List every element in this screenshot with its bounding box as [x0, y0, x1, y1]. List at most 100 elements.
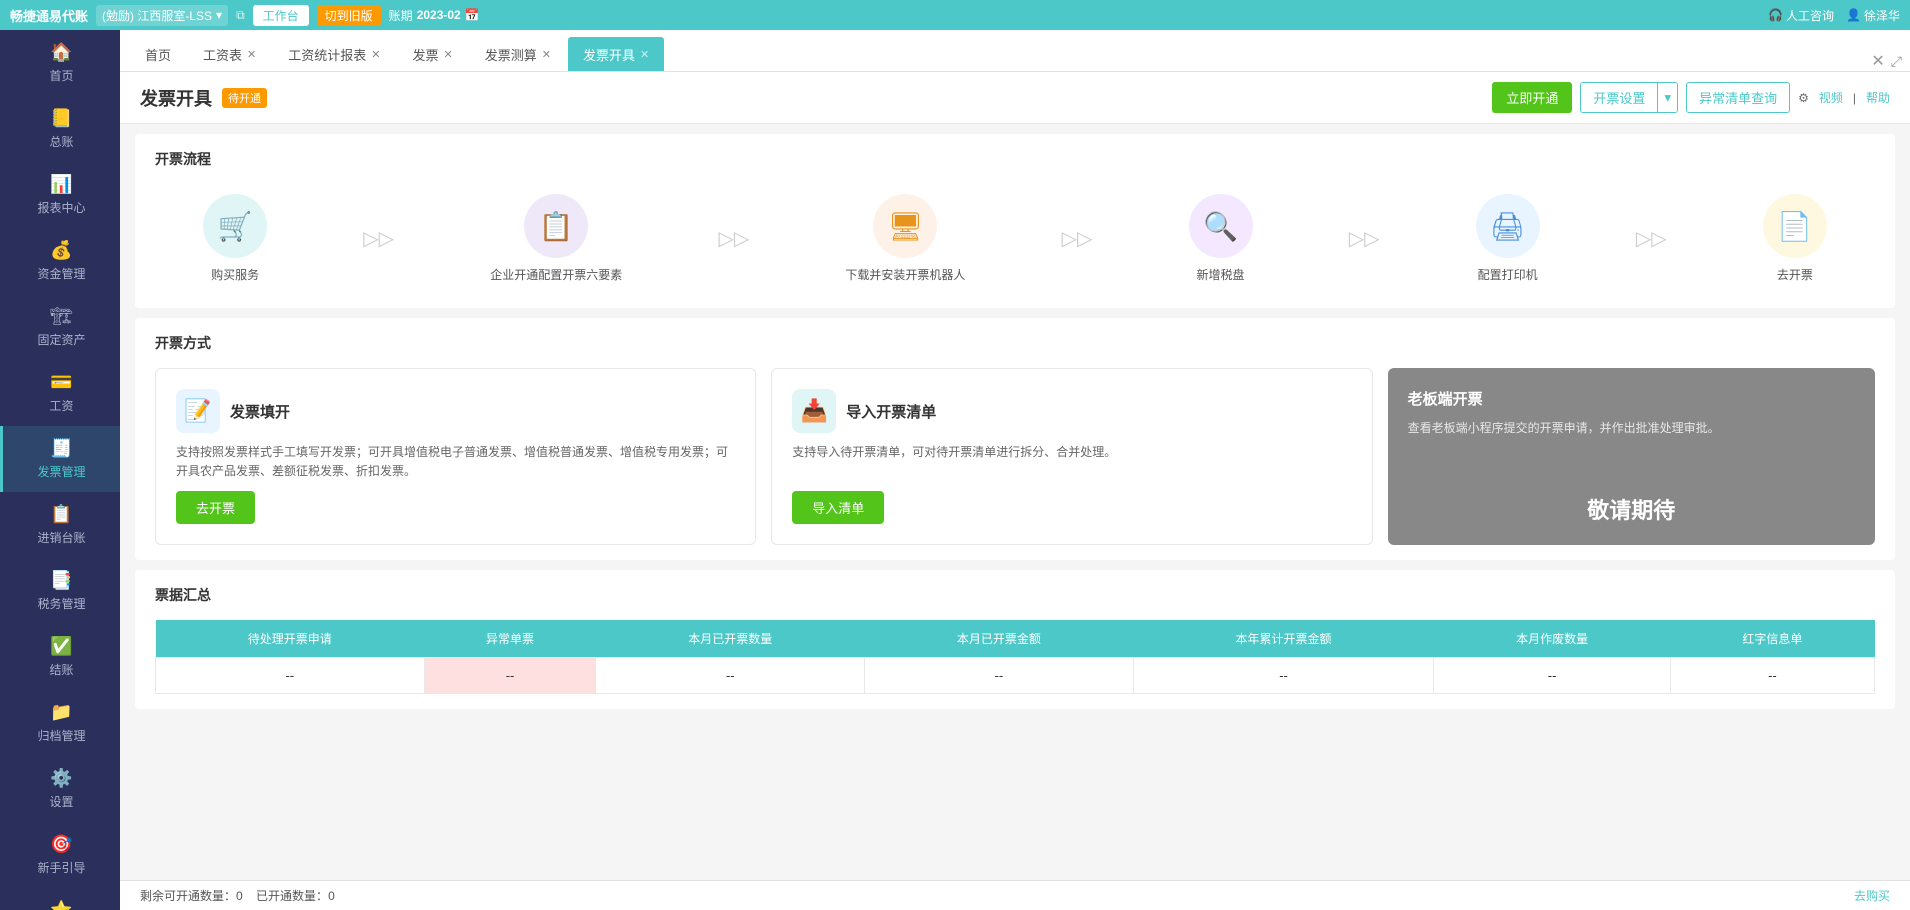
flow-arrow-3: ▷▷ — [1062, 226, 1093, 251]
settlement-icon: ✅ — [50, 636, 72, 657]
tab-salary-stats-close[interactable]: ✕ — [371, 48, 380, 61]
sidebar-item-invoice[interactable]: 🧾 发票管理 — [0, 426, 120, 492]
user-avatar[interactable]: 👤 徐泽华 — [1846, 7, 1900, 24]
summary-header-row: 待处理开票申请 异常单票 本月已开票数量 本月已开票金额 本年累计开票金额 本月… — [156, 620, 1875, 658]
used-value: 0 — [328, 889, 335, 903]
customer-service-link[interactable]: 🎧 人工咨询 — [1768, 7, 1834, 24]
method-card-manual: 📝 发票填开 支持按照发票样式手工填写开发票；可开具增值税电子普通发票、增值税普… — [155, 368, 756, 545]
add-tax-icon: 🔍 — [1189, 194, 1253, 258]
tab-bar: 首页 工资表 ✕ 工资统计报表 ✕ 发票 ✕ 发票测算 ✕ 发票开具 ✕ — [120, 30, 1910, 72]
period-info: 账期 2023-02 📅 — [389, 7, 480, 24]
go-issue-button[interactable]: 去开票 — [176, 491, 255, 524]
add-tax-label: 新增税盘 — [1197, 266, 1245, 283]
sidebar-item-tax[interactable]: 📑 税务管理 — [0, 558, 120, 624]
bottom-bar: 剩余可开通数量：0 已开通数量：0 去购买 — [120, 880, 1910, 910]
method-cards: 📝 发票填开 支持按照发票样式手工填写开发票；可开具增值税电子普通发票、增值税普… — [155, 368, 1875, 545]
flow-step-download[interactable]: 🖥 下载并安装开票机器人 — [845, 194, 965, 283]
boss-card-title: 老板端开票 — [1408, 388, 1855, 409]
top-bar: 畅捷通易代账 (勉励) 江西服室-LSS ▾ ⧉ 工作台 切到旧版 账期 202… — [0, 0, 1910, 30]
main-layout: 🏠 首页 📒 总账 📊 报表中心 💰 资金管理 🏗 固定资产 💳 工资 🧾 发票… — [0, 30, 1910, 910]
flow-step-printer[interactable]: 🖨 配置打印机 — [1476, 194, 1540, 283]
sidebar-item-salary[interactable]: 💳 工资 — [0, 360, 120, 426]
chevron-down-icon: ▾ — [216, 8, 222, 22]
tab-invoice-issue[interactable]: 发票开具 ✕ — [568, 37, 664, 71]
switch-old-button[interactable]: 切到旧版 — [317, 5, 381, 26]
archive-icon: 📁 — [50, 702, 72, 723]
tab-salary-table[interactable]: 工资表 ✕ — [188, 37, 271, 71]
manual-fill-title: 发票填开 — [230, 401, 290, 422]
buy-link[interactable]: 去购买 — [1854, 887, 1890, 904]
tab-home[interactable]: 首页 — [130, 37, 186, 71]
tab-invoice-calc-close[interactable]: ✕ — [542, 48, 551, 61]
issue-icon: 📄 — [1763, 194, 1827, 258]
sidebar-item-settings[interactable]: ⚙️ 设置 — [0, 756, 120, 822]
sidebar-item-assets[interactable]: 🏗 固定资产 — [0, 294, 120, 360]
sidebar-item-guide[interactable]: 🎯 新手引导 — [0, 822, 120, 888]
tax-icon: 📑 — [50, 570, 72, 591]
sidebar-label-tax: 税务管理 — [37, 595, 85, 612]
header-void-count: 本月作废数量 — [1434, 620, 1670, 658]
sidebar-item-funds[interactable]: 💰 资金管理 — [0, 228, 120, 294]
download-icon: 🖥 — [873, 194, 937, 258]
flow-arrow-5: ▷▷ — [1636, 226, 1667, 251]
cell-year-amount: -- — [1133, 658, 1434, 694]
workbench-button[interactable]: 工作台 — [253, 5, 309, 26]
tab-invoice-issue-close[interactable]: ✕ — [640, 48, 649, 61]
video-link[interactable]: 视频 — [1819, 89, 1843, 106]
sidebar-label-reports: 报表中心 — [37, 199, 85, 216]
header-month-amount: 本月已开票金额 — [865, 620, 1134, 658]
tab-invoice-list-label: 发票 — [412, 45, 438, 64]
open-settings-button[interactable]: 开票设置 — [1581, 83, 1657, 112]
sidebar-label-funds: 资金管理 — [37, 265, 85, 282]
reports-icon: 📊 — [50, 174, 72, 195]
person-icon: 👤 — [1846, 8, 1861, 22]
sidebar-item-reports[interactable]: 📊 报表中心 — [0, 162, 120, 228]
sidebar-item-member[interactable]: ⭐ 畅会员 — [0, 888, 120, 910]
sidebar-item-archive[interactable]: 📁 归档管理 — [0, 690, 120, 756]
flow-step-add-tax[interactable]: 🔍 新增税盘 — [1189, 194, 1253, 283]
sidebar-item-purchase[interactable]: 📋 进销台账 — [0, 492, 120, 558]
sidebar: 🏠 首页 📒 总账 📊 报表中心 💰 资金管理 🏗 固定资产 💳 工资 🧾 发票… — [0, 30, 120, 910]
help-area: ⚙ 视频 | 帮助 — [1798, 89, 1890, 106]
page-actions: 立即开通 开票设置 ▾ 异常清单查询 ⚙ 视频 | 帮助 — [1492, 82, 1890, 113]
page-title: 发票开具 — [140, 85, 212, 111]
sidebar-item-ledger[interactable]: 📒 总账 — [0, 96, 120, 162]
header-year-amount: 本年累计开票金额 — [1133, 620, 1434, 658]
guide-icon: 🎯 — [50, 834, 72, 855]
header-pending: 待处理开票申请 — [156, 620, 425, 658]
import-list-button[interactable]: 导入清单 — [792, 491, 884, 524]
import-desc: 支持导入待开票清单，可对待开票清单进行拆分、合并处理。 — [792, 443, 1351, 481]
tab-salary-table-label: 工资表 — [203, 45, 242, 64]
app-logo: 畅捷通易代账 — [10, 6, 88, 25]
open-settings-split-button: 开票设置 ▾ — [1580, 82, 1678, 113]
status-badge: 待开通 — [222, 88, 267, 108]
tab-invoice-calc-label: 发票测算 — [485, 45, 537, 64]
abnormal-list-button[interactable]: 异常清单查询 — [1686, 82, 1790, 113]
copy-icon[interactable]: ⧉ — [236, 8, 245, 23]
buy-service-label: 购买服务 — [211, 266, 259, 283]
summary-section: 票据汇总 待处理开票申请 异常单票 本月已开票数量 本月已开票金额 本年累计开票… — [135, 570, 1895, 709]
flow-section: 开票流程 🛒 购买服务 ▷▷ 📋 企业开通配置开票六要素 ▷▷ 🖥 下载并安 — [135, 134, 1895, 308]
tab-bar-close-icon[interactable]: ✕ — [1871, 51, 1884, 71]
help-link[interactable]: 帮助 — [1866, 89, 1890, 106]
method-card-import-header: 📥 导入开票清单 — [792, 389, 1351, 433]
calendar-icon[interactable]: 📅 — [465, 8, 480, 22]
flow-step-issue[interactable]: 📄 去开票 — [1763, 194, 1827, 283]
flow-step-config[interactable]: 📋 企业开通配置开票六要素 — [490, 194, 622, 283]
tab-invoice-calc[interactable]: 发票测算 ✕ — [470, 37, 566, 71]
sidebar-item-settlement[interactable]: ✅ 结账 — [0, 624, 120, 690]
tab-bar-resize-icon[interactable]: ⤢ — [1891, 53, 1902, 70]
tab-salary-stats[interactable]: 工资统计报表 ✕ — [273, 37, 395, 71]
import-icon: 📥 — [792, 389, 836, 433]
sidebar-item-home[interactable]: 🏠 首页 — [0, 30, 120, 96]
content-area: 首页 工资表 ✕ 工资统计报表 ✕ 发票 ✕ 发票测算 ✕ 发票开具 ✕ — [120, 30, 1910, 910]
tab-salary-table-close[interactable]: ✕ — [247, 48, 256, 61]
settings-small-icon: ⚙ — [1798, 91, 1809, 105]
purchase-icon: 📋 — [50, 504, 72, 525]
flow-step-buy[interactable]: 🛒 购买服务 — [203, 194, 267, 283]
company-selector[interactable]: (勉励) 江西服室-LSS ▾ — [96, 5, 228, 26]
tab-invoice-list[interactable]: 发票 ✕ — [397, 37, 467, 71]
open-settings-arrow[interactable]: ▾ — [1657, 83, 1677, 112]
tab-invoice-list-close[interactable]: ✕ — [444, 48, 453, 61]
open-now-button[interactable]: 立即开通 — [1492, 82, 1572, 113]
